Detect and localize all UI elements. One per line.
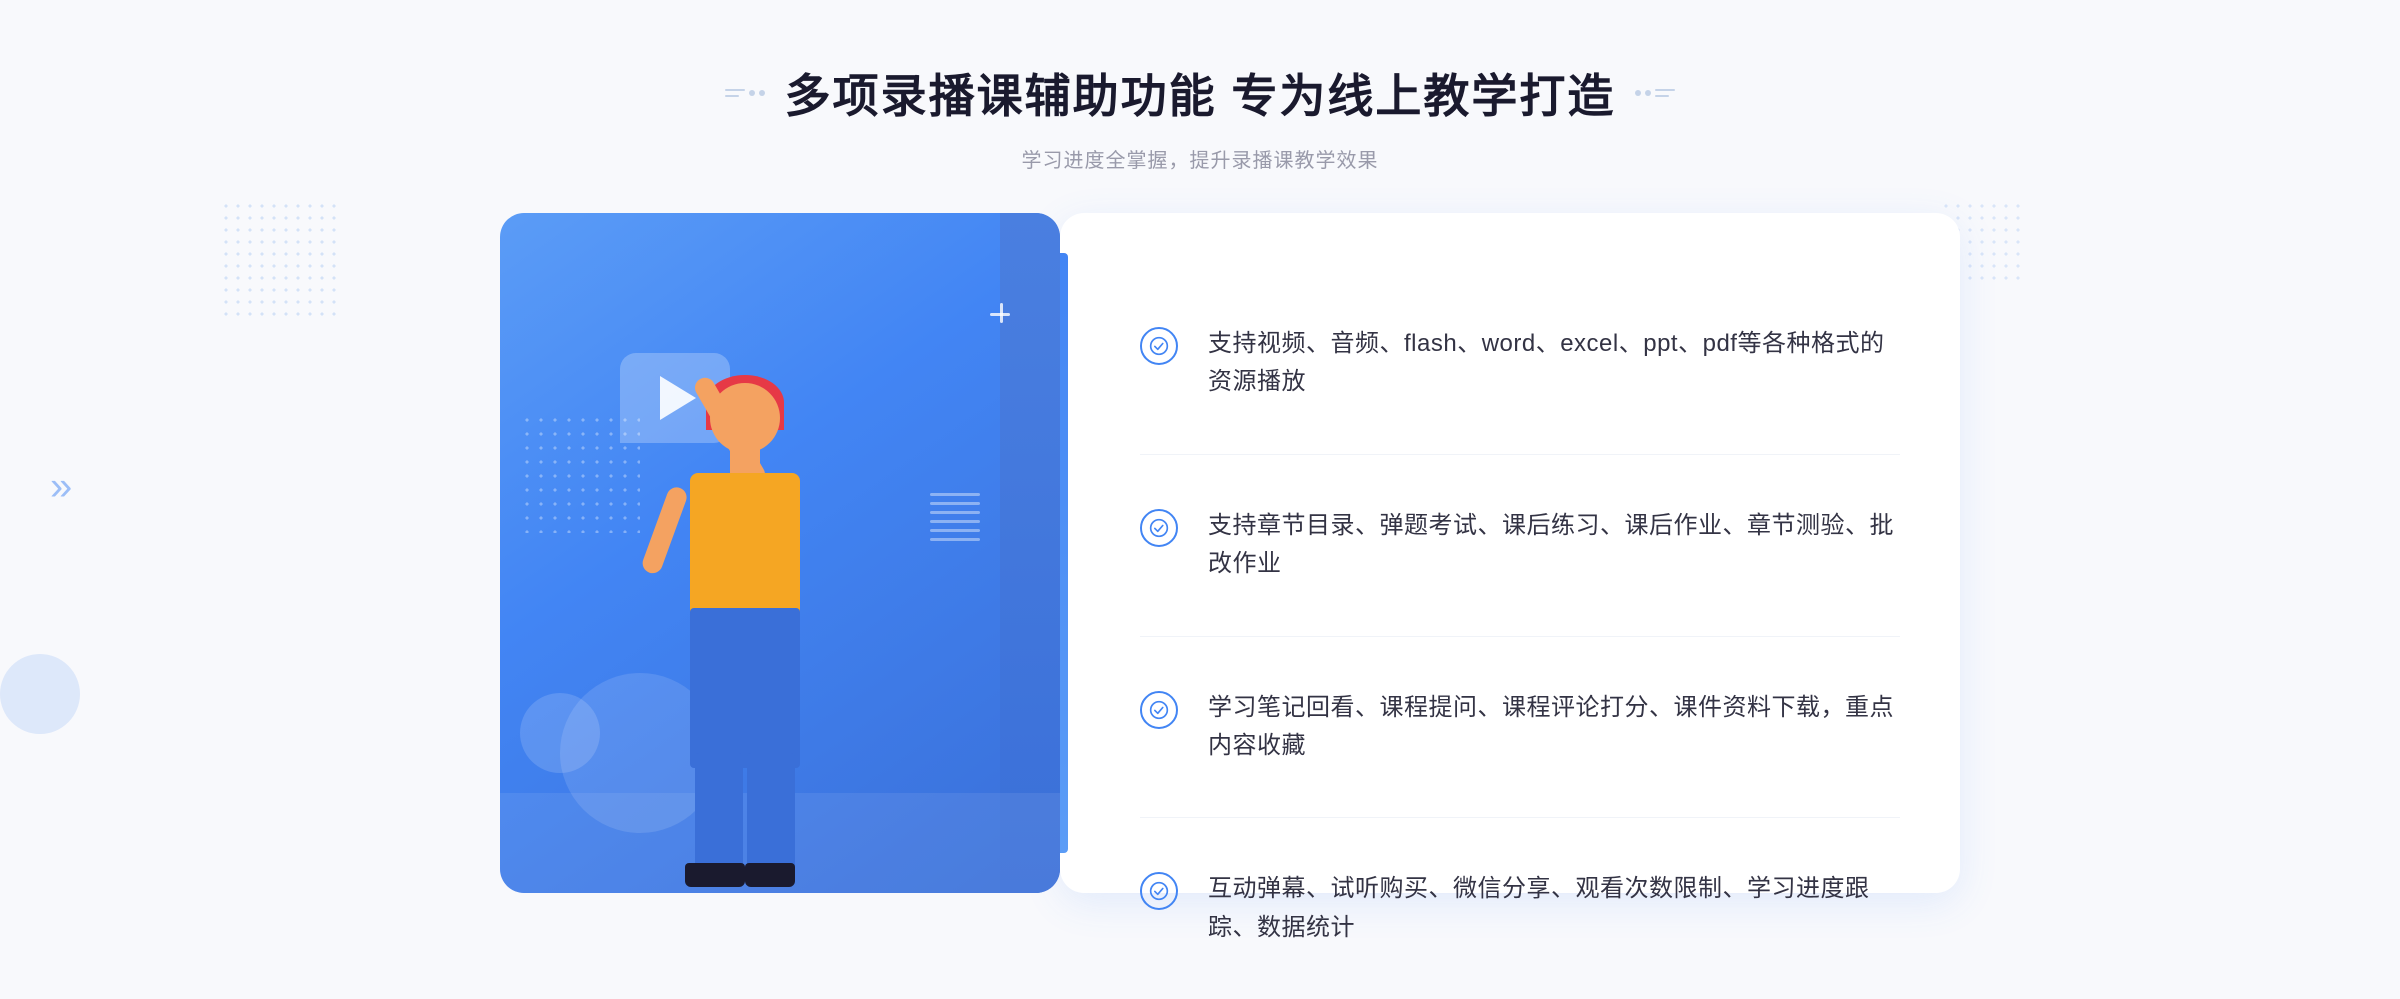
person-figure (580, 333, 860, 893)
feature-card: 支持视频、音频、flash、word、excel、ppt、pdf等各种格式的资源… (1060, 213, 1960, 893)
person-shirt (690, 473, 800, 618)
decorator-line-left (725, 89, 745, 97)
person-leg-left (695, 753, 743, 873)
decorator-left (725, 89, 765, 97)
person-leg-right (747, 753, 795, 873)
left-chevron-icon: » (50, 465, 64, 510)
person-pants (690, 608, 800, 768)
main-content: » (450, 213, 1950, 893)
feature-text-1: 支持视频、音频、flash、word、excel、ppt、pdf等各种格式的资源… (1208, 325, 1900, 402)
feature-text-4: 互动弹幕、试听购买、微信分享、观看次数限制、学习进度跟踪、数据统计 (1208, 870, 1900, 947)
check-icon-3 (1140, 691, 1178, 729)
feature-list: 支持视频、音频、flash、word、excel、ppt、pdf等各种格式的资源… (1140, 273, 1900, 999)
decorator-line-right (1655, 89, 1675, 97)
person-arm-right (640, 485, 690, 576)
stripe-decoration (930, 493, 980, 573)
person-shoe-right (745, 863, 795, 887)
feature-text-2: 支持章节目录、弹题考试、课后练习、课后作业、章节测验、批改作业 (1208, 507, 1900, 584)
feature-item-1: 支持视频、音频、flash、word、excel、ppt、pdf等各种格式的资源… (1140, 273, 1900, 455)
page-title: 多项录播课辅助功能 专为线上教学打造 (785, 60, 1616, 126)
decorator-right (1635, 89, 1675, 97)
decorator-dot-right2 (1645, 90, 1651, 96)
feature-item-4: 互动弹幕、试听购买、微信分享、观看次数限制、学习进度跟踪、数据统计 (1140, 818, 1900, 999)
person-body (580, 333, 860, 893)
person-shoe-left (685, 863, 745, 887)
header-section: 多项录播课辅助功能 专为线上教学打造 学习进度全掌握，提升录播课教学效果 (725, 60, 1676, 173)
decorator-dot-right (1635, 90, 1641, 96)
feature-text-3: 学习笔记回看、课程提问、课程评论打分、课件资料下载，重点内容收藏 (1208, 689, 1900, 766)
page-subtitle: 学习进度全掌握，提升录播课教学效果 (725, 144, 1676, 173)
check-icon-4 (1140, 872, 1178, 910)
bg-dots-left (220, 200, 340, 320)
check-icon-1 (1140, 327, 1178, 365)
title-wrapper: 多项录播课辅助功能 专为线上教学打造 (725, 60, 1676, 126)
page-wrapper: 多项录播课辅助功能 专为线上教学打造 学习进度全掌握，提升录播课教学效果 » (0, 0, 2400, 974)
check-icon-2 (1140, 509, 1178, 547)
left-deco-circle (0, 654, 80, 734)
decorator-dot-left (749, 90, 755, 96)
feature-item-2: 支持章节目录、弹题考试、课后练习、课后作业、章节测验、批改作业 (1140, 455, 1900, 637)
feature-item-3: 学习笔记回看、课程提问、课程评论打分、课件资料下载，重点内容收藏 (1140, 637, 1900, 819)
decorator-dot-left2 (759, 90, 765, 96)
illustration-card (500, 213, 1060, 893)
